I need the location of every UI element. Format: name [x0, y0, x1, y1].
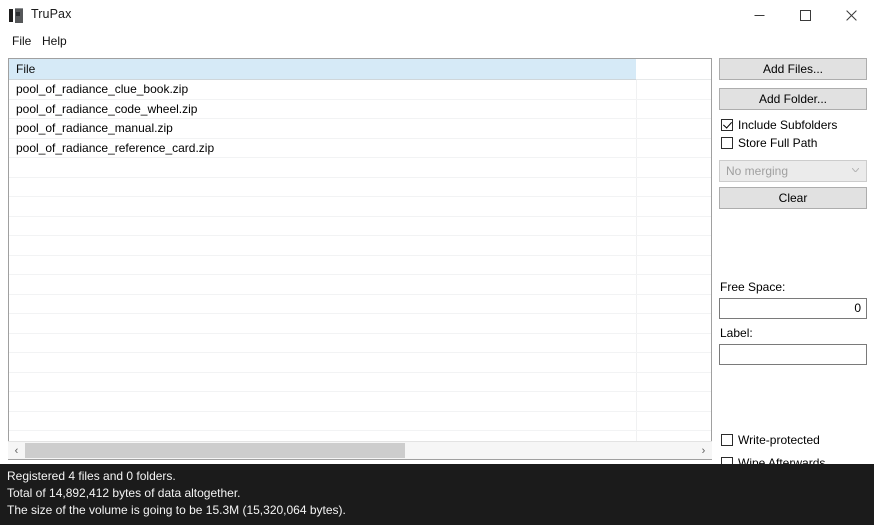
close-icon — [845, 9, 857, 21]
table-row-empty[interactable] — [9, 412, 711, 431]
file-name-cell: pool_of_radiance_manual.zip — [16, 121, 173, 135]
file-list-header-filler — [636, 59, 711, 80]
status-line: The size of the volume is going to be 15… — [7, 503, 346, 517]
add-files-button[interactable]: Add Files... — [719, 58, 867, 80]
file-name-cell: pool_of_radiance_code_wheel.zip — [16, 101, 198, 116]
menu-item-help[interactable]: Help — [36, 33, 73, 50]
table-row-empty[interactable] — [9, 373, 711, 392]
checkbox-checked-icon — [721, 119, 733, 131]
merging-selected-value: No merging — [726, 164, 789, 178]
store-full-path-checkbox[interactable]: Store Full Path — [721, 135, 817, 151]
status-line: Registered 4 files and 0 folders. — [7, 469, 176, 483]
free-space-input[interactable]: 0 — [719, 298, 867, 319]
table-row-empty[interactable] — [9, 353, 711, 373]
trupax-window: TruPax File Help File pool_of_radiance_c… — [0, 0, 874, 525]
chevron-left-icon[interactable]: ‹ — [8, 442, 25, 459]
minimize-button[interactable] — [736, 0, 782, 30]
write-protected-checkbox[interactable]: Write-protected — [721, 432, 820, 448]
file-list-column-header[interactable]: File — [9, 59, 636, 80]
checkbox-unchecked-icon — [721, 434, 733, 446]
status-line: Total of 14,892,412 bytes of data altoge… — [7, 486, 241, 500]
status-bar: Registered 4 files and 0 folders. Total o… — [0, 464, 874, 525]
table-row[interactable]: pool_of_radiance_clue_book.zip — [9, 80, 711, 100]
table-row[interactable]: pool_of_radiance_manual.zip — [9, 119, 711, 139]
table-row-empty[interactable] — [9, 392, 711, 412]
file-name-cell: pool_of_radiance_clue_book.zip — [16, 82, 189, 96]
merging-dropdown: No merging — [719, 160, 867, 182]
file-list-panel: File pool_of_radiance_clue_book.zip pool_… — [8, 58, 712, 460]
volume-label-value — [725, 345, 861, 364]
column-header-label-file: File — [16, 62, 36, 76]
right-sidebar: Add Files... Add Folder... Include Subfo… — [719, 55, 867, 525]
include-subfolders-checkbox[interactable]: Include Subfolders — [721, 117, 837, 133]
table-row-empty[interactable] — [9, 334, 711, 353]
volume-label-label: Label: — [720, 326, 753, 340]
volume-label-input[interactable] — [719, 344, 867, 365]
table-row-empty[interactable] — [9, 256, 711, 275]
chevron-right-icon[interactable]: › — [695, 442, 712, 459]
add-folder-button[interactable]: Add Folder... — [719, 88, 867, 110]
store-full-path-label: Store Full Path — [738, 136, 818, 150]
scrollbar-thumb[interactable] — [25, 443, 405, 458]
table-row-empty[interactable] — [9, 178, 711, 197]
title-bar: TruPax — [0, 0, 874, 30]
file-list-horizontal-scrollbar[interactable]: ‹ › — [8, 441, 712, 459]
table-row-empty[interactable] — [9, 314, 711, 334]
include-subfolders-label: Include Subfolders — [738, 118, 838, 132]
write-protected-label: Write-protected — [738, 433, 820, 447]
chevron-down-icon — [852, 168, 859, 172]
window-title: TruPax — [31, 7, 72, 21]
table-row-empty[interactable] — [9, 197, 711, 217]
table-row-empty[interactable] — [9, 275, 711, 295]
table-row[interactable]: pool_of_radiance_code_wheel.zip — [9, 100, 711, 119]
menu-bar: File Help — [0, 30, 874, 53]
menu-item-file[interactable]: File — [6, 33, 37, 50]
close-button[interactable] — [828, 0, 874, 30]
free-space-value: 0 — [854, 301, 861, 315]
file-name-cell: pool_of_radiance_reference_card.zip — [16, 140, 215, 155]
clear-button[interactable]: Clear — [719, 187, 867, 209]
table-row[interactable]: pool_of_radiance_reference_card.zip — [9, 139, 711, 158]
file-list-rows: pool_of_radiance_clue_book.zip pool_of_ra… — [9, 80, 711, 459]
trupax-app-icon — [9, 8, 25, 23]
table-row-empty[interactable] — [9, 217, 711, 236]
window-controls — [736, 0, 874, 30]
table-row-empty[interactable] — [9, 236, 711, 256]
checkbox-unchecked-icon — [721, 137, 733, 149]
minimize-icon — [754, 14, 764, 16]
maximize-button[interactable] — [782, 0, 828, 30]
table-row-empty[interactable] — [9, 295, 711, 314]
maximize-icon — [799, 9, 811, 21]
table-row-empty[interactable] — [9, 158, 711, 178]
free-space-label: Free Space: — [720, 280, 786, 294]
